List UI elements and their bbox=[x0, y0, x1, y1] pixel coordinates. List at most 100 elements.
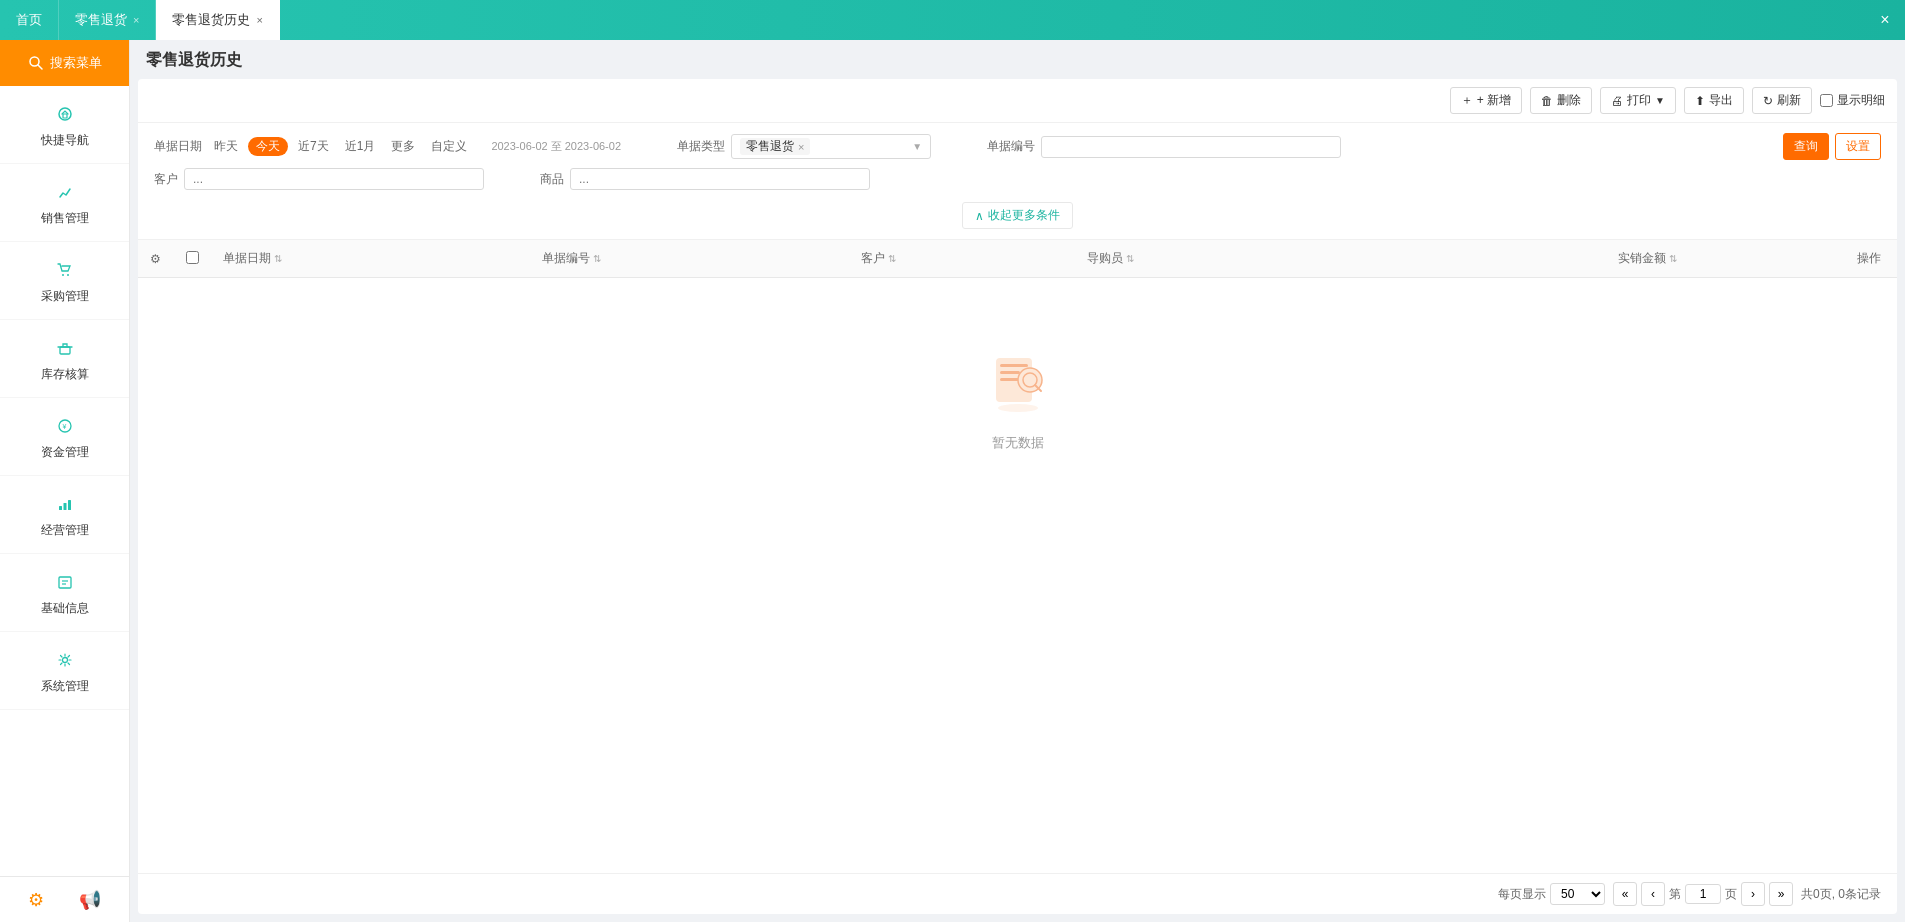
prev-page-button[interactable]: ‹ bbox=[1641, 882, 1665, 906]
settings-label: 设置 bbox=[1846, 138, 1870, 155]
th-action-label: 操作 bbox=[1857, 251, 1881, 265]
column-settings-icon[interactable]: ⚙ bbox=[150, 252, 161, 266]
type-dropdown-icon: ▼ bbox=[912, 141, 922, 152]
main-layout: 搜索菜单 快捷导航销售管理采购管理库存核算¥资金管理经营管理基础信息系统管理 ⚙… bbox=[0, 40, 1905, 922]
goods-filter-item: 商品 bbox=[540, 168, 870, 190]
id-filter-input[interactable] bbox=[1041, 136, 1341, 158]
content-area: 零售退货历史 ＋ + 新增 🗑 删除 🖨 打印 ▼ ⬆ bbox=[130, 40, 1905, 922]
delete-button[interactable]: 🗑 删除 bbox=[1530, 87, 1592, 114]
sort-customer[interactable]: 客户 ⇅ bbox=[861, 250, 1064, 267]
customer-filter-label: 客户 bbox=[154, 171, 178, 188]
customer-filter-input[interactable] bbox=[184, 168, 484, 190]
export-label: 导出 bbox=[1709, 92, 1733, 109]
tab-close-retail-return[interactable]: × bbox=[133, 14, 139, 26]
sort-date[interactable]: 单据日期 ⇅ bbox=[223, 250, 518, 267]
add-button[interactable]: ＋ + 新增 bbox=[1450, 87, 1522, 114]
th-amount: 实销金额 ⇅ bbox=[1348, 240, 1697, 278]
sort-amount[interactable]: 实销金额 ⇅ bbox=[1360, 250, 1677, 267]
add-icon: ＋ bbox=[1461, 92, 1473, 109]
page-title: 零售退货历史 bbox=[146, 51, 242, 68]
sidebar-search[interactable]: 搜索菜单 bbox=[0, 40, 129, 86]
type-filter-select[interactable]: 零售退货 × ▼ bbox=[731, 134, 931, 159]
sidebar-item-finance[interactable]: ¥资金管理 bbox=[0, 398, 129, 476]
th-date: 单据日期 ⇅ bbox=[211, 240, 530, 278]
svg-point-16 bbox=[998, 404, 1038, 412]
refresh-button[interactable]: ↻ 刷新 bbox=[1752, 87, 1812, 114]
date-shortcut-今天[interactable]: 今天 bbox=[248, 137, 288, 156]
svg-rect-18 bbox=[1000, 364, 1028, 367]
tab-home[interactable]: 首页 bbox=[0, 0, 59, 40]
page-size-dropdown[interactable]: 50 100 200 bbox=[1550, 883, 1605, 905]
window-close-button[interactable]: × bbox=[1865, 0, 1905, 40]
inventory-icon bbox=[51, 334, 79, 362]
th-amount-label: 实销金额 bbox=[1618, 250, 1666, 267]
show-detail-checkbox[interactable] bbox=[1820, 94, 1833, 107]
last-page-button[interactable]: » bbox=[1769, 882, 1793, 906]
delete-icon: 🗑 bbox=[1541, 94, 1553, 108]
collapse-filter-button[interactable]: ∧ 收起更多条件 bbox=[962, 202, 1073, 229]
sidebar-nav: 快捷导航销售管理采购管理库存核算¥资金管理经营管理基础信息系统管理 bbox=[0, 86, 129, 876]
sidebar-item-purchase-mgmt[interactable]: 采购管理 bbox=[0, 242, 129, 320]
page-title-bar: 零售退货历史 bbox=[130, 40, 1905, 79]
export-button[interactable]: ⬆ 导出 bbox=[1684, 87, 1744, 114]
page-label-suffix: 页 bbox=[1725, 886, 1737, 903]
sort-number[interactable]: 单据编号 ⇅ bbox=[542, 250, 837, 267]
settings-button[interactable]: 设置 bbox=[1835, 133, 1881, 160]
page-nav: « ‹ 第 页 › » bbox=[1613, 882, 1793, 906]
print-label: 打印 bbox=[1627, 92, 1651, 109]
next-page-button[interactable]: › bbox=[1741, 882, 1765, 906]
delete-label: 删除 bbox=[1557, 92, 1581, 109]
customer-filter-item: 客户 bbox=[154, 168, 484, 190]
th-guide: 导购员 ⇅ bbox=[1075, 240, 1348, 278]
date-shortcut-自定义[interactable]: 自定义 bbox=[425, 137, 473, 156]
svg-rect-6 bbox=[60, 347, 70, 354]
first-page-button[interactable]: « bbox=[1613, 882, 1637, 906]
th-customer-label: 客户 bbox=[861, 250, 885, 267]
show-detail-checkbox-label[interactable]: 显示明细 bbox=[1820, 92, 1885, 109]
page-number-input[interactable] bbox=[1685, 884, 1721, 904]
th-guide-label: 导购员 bbox=[1087, 250, 1123, 267]
basic-icon bbox=[51, 568, 79, 596]
print-button[interactable]: 🖨 打印 ▼ bbox=[1600, 87, 1676, 114]
th-action: 操作 bbox=[1697, 240, 1897, 278]
pagination: 每页显示 50 100 200 « ‹ 第 页 › » 共0页, 0条记 bbox=[138, 873, 1897, 914]
date-shortcut-昨天[interactable]: 昨天 bbox=[208, 137, 244, 156]
type-tag-value: 零售退货 bbox=[746, 138, 794, 155]
filter-row-1: 单据日期 昨天今天近7天近1月更多自定义 2023-06-02 至 2023-0… bbox=[154, 133, 1881, 160]
svg-point-4 bbox=[62, 274, 64, 276]
goods-filter-input[interactable] bbox=[570, 168, 870, 190]
query-button[interactable]: 查询 bbox=[1783, 133, 1829, 160]
svg-rect-12 bbox=[59, 577, 71, 588]
tab-close-retail-return-history[interactable]: × bbox=[256, 14, 262, 26]
purchase-icon bbox=[51, 256, 79, 284]
finance-icon: ¥ bbox=[51, 412, 79, 440]
sidebar-item-basic-info[interactable]: 基础信息 bbox=[0, 554, 129, 632]
date-shortcut-近1月[interactable]: 近1月 bbox=[339, 137, 382, 156]
sidebar-item-inventory[interactable]: 库存核算 bbox=[0, 320, 129, 398]
svg-rect-19 bbox=[1000, 371, 1020, 374]
svg-text:¥: ¥ bbox=[62, 423, 66, 430]
th-customer: 客户 ⇅ bbox=[849, 240, 1076, 278]
date-filter-label: 单据日期 bbox=[154, 138, 202, 155]
tab-retail-return[interactable]: 零售退货× bbox=[59, 0, 156, 40]
select-all-checkbox[interactable] bbox=[186, 251, 199, 264]
sidebar-item-label-purchase-mgmt: 采购管理 bbox=[41, 288, 89, 305]
tab-bar: 首页零售退货×零售退货历史× bbox=[0, 0, 1865, 40]
tab-retail-return-history[interactable]: 零售退货历史× bbox=[156, 0, 279, 40]
settings-icon[interactable]: ⚙ bbox=[28, 889, 44, 911]
volume-icon[interactable]: 📢 bbox=[79, 889, 101, 911]
svg-point-15 bbox=[62, 658, 67, 663]
sidebar-item-quick-nav[interactable]: 快捷导航 bbox=[0, 86, 129, 164]
type-tag-close[interactable]: × bbox=[798, 141, 804, 153]
sidebar-item-label-basic-info: 基础信息 bbox=[41, 600, 89, 617]
date-shortcut-近7天[interactable]: 近7天 bbox=[292, 137, 335, 156]
sidebar-item-operations[interactable]: 经营管理 bbox=[0, 476, 129, 554]
page-label-prefix: 第 bbox=[1669, 886, 1681, 903]
date-shortcut-更多[interactable]: 更多 bbox=[385, 137, 421, 156]
sidebar-item-sales-mgmt[interactable]: 销售管理 bbox=[0, 164, 129, 242]
sort-guide[interactable]: 导购员 ⇅ bbox=[1087, 250, 1336, 267]
id-filter-label: 单据编号 bbox=[987, 138, 1035, 155]
type-tag: 零售退货 × bbox=[740, 138, 810, 155]
export-icon: ⬆ bbox=[1695, 94, 1705, 108]
sidebar-item-system[interactable]: 系统管理 bbox=[0, 632, 129, 710]
